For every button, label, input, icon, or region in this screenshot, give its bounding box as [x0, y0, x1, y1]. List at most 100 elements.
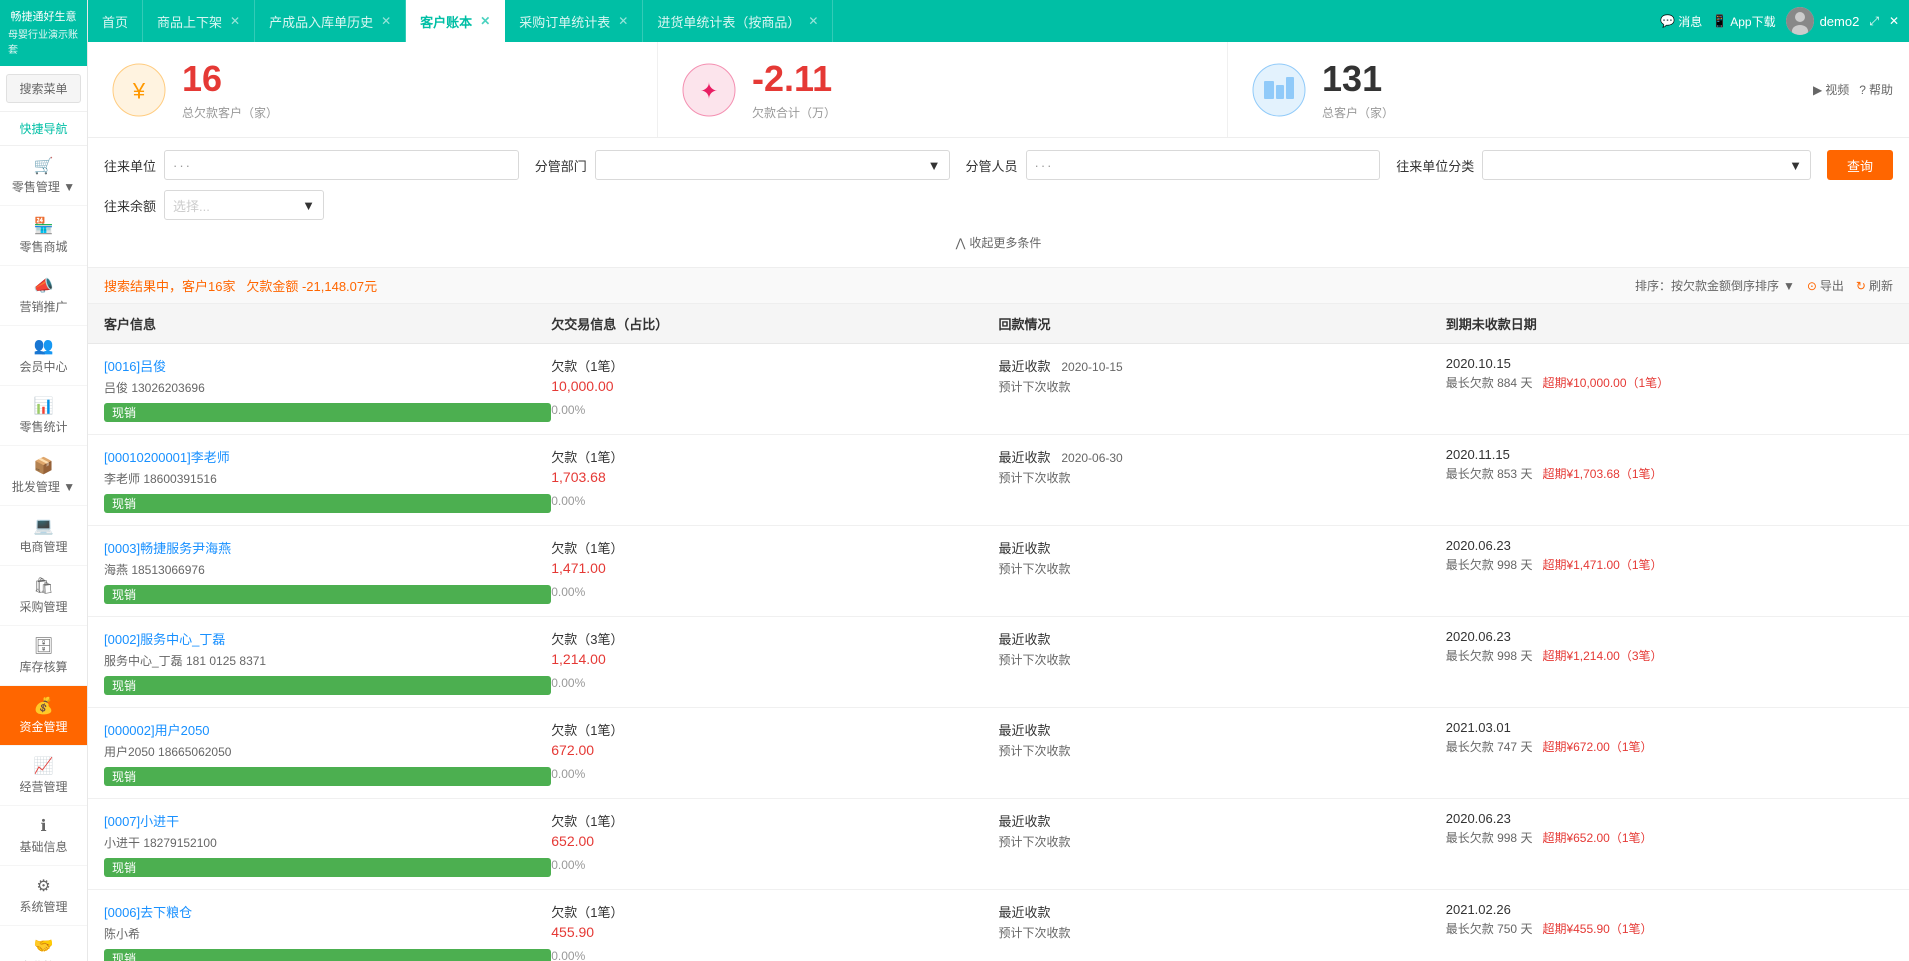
- debt-percent-0007: 0.00%: [551, 858, 998, 872]
- customer-name-link-001[interactable]: [00010200001]李老师: [104, 447, 551, 466]
- overdue-link-0016[interactable]: 超期¥10,000.00（1笔）: [1542, 376, 1669, 390]
- col-header-payback: 回款情况: [999, 314, 1446, 333]
- search-button[interactable]: 查询: [1827, 150, 1893, 180]
- filter-select-unit-class[interactable]: ▼: [1482, 150, 1811, 180]
- debt-count-0006: 欠款（1笔）: [551, 902, 998, 921]
- overdue-link-0003[interactable]: 超期¥1,471.00（1笔）: [1542, 558, 1662, 572]
- customer-name-link-0003[interactable]: [0003]畅捷服务尹海燕: [104, 538, 551, 557]
- sidebar-item-retail-stats[interactable]: 📊 零售统计: [0, 386, 87, 446]
- filter-input-from-unit[interactable]: ···: [164, 150, 519, 180]
- tab-close-product-history[interactable]: ✕: [381, 14, 391, 28]
- sidebar-item-enterprise[interactable]: 🤝 企业协同: [0, 926, 87, 961]
- table-row: [00010200001]李老师 李老师 18600391516 现销 欠款（1…: [88, 435, 1909, 526]
- sidebar-item-retail-mgmt[interactable]: 🛒 零售管理 ▼: [0, 146, 87, 206]
- sidebar-item-member[interactable]: 👥 会员中心: [0, 326, 87, 386]
- customer-tag-0003: 现销: [104, 585, 551, 604]
- message-button[interactable]: 💬 消息: [1660, 13, 1702, 30]
- sidebar-item-finance[interactable]: 💰 资金管理: [0, 686, 87, 746]
- debt-amount-0007[interactable]: 652.00: [551, 833, 998, 849]
- filter-label-balance: 往来余额: [104, 196, 156, 215]
- customer-name-link-0006[interactable]: [0006]去下粮仓: [104, 902, 551, 921]
- overdue-link-001[interactable]: 超期¥1,703.68（1笔）: [1542, 467, 1662, 481]
- overdue-link-0007[interactable]: 超期¥652.00（1笔）: [1542, 831, 1652, 845]
- app-download-button[interactable]: 📱 App下载: [1712, 13, 1775, 30]
- filter-select-dept[interactable]: ▼: [595, 150, 950, 180]
- tab-purchase-stats[interactable]: 进货单统计表（按商品） ✕: [643, 0, 833, 42]
- enterprise-icon: 🤝: [6, 936, 81, 956]
- sidebar-item-purchase[interactable]: 🛍 采购管理: [0, 566, 87, 626]
- overdue-info-0002: 2020.06.23 最长欠款 998 天 超期¥1,214.00（3笔）: [1446, 629, 1893, 695]
- debt-amount-000002[interactable]: 672.00: [551, 742, 998, 758]
- tab-product-off[interactable]: 商品上下架 ✕: [143, 0, 255, 42]
- overdue-link-000002[interactable]: 超期¥672.00（1笔）: [1542, 740, 1652, 754]
- expand-icon: ⤢: [1869, 14, 1879, 29]
- ecommerce-icon: 💻: [6, 516, 81, 536]
- minimize-icon: ✕: [1889, 14, 1899, 28]
- debt-count-0016: 欠款（1笔）: [551, 356, 998, 375]
- tab-home[interactable]: 首页: [88, 0, 143, 42]
- tab-product-history[interactable]: 产成品入库单历史 ✕: [255, 0, 406, 42]
- col-header-overdue: 到期未收款日期: [1446, 314, 1893, 333]
- video-button[interactable]: ▶ 视频: [1813, 81, 1849, 98]
- app-download-icon: 📱: [1712, 14, 1727, 28]
- stats-bar: ¥ 16 总欠款客户（家） ✦ -2.11 欠款合计（万）: [88, 42, 1909, 138]
- customer-name-link-0016[interactable]: [0016]吕俊: [104, 356, 551, 375]
- customer-name-link-000002[interactable]: [000002]用户2050: [104, 720, 551, 739]
- debt-count-000002: 欠款（1笔）: [551, 720, 998, 739]
- expand-button[interactable]: ⤢: [1869, 14, 1879, 29]
- tab-customer-account[interactable]: 客户账本 ✕: [406, 0, 505, 42]
- payback-info-0002: 最近收款 预计下次收款: [999, 629, 1446, 695]
- filter-item-unit-class: 往来单位分类 ▼: [1396, 150, 1811, 180]
- stat-block-debt-total: ✦ -2.11 欠款合计（万）: [658, 42, 1228, 137]
- sidebar-item-ecommerce[interactable]: 💻 电商管理: [0, 506, 87, 566]
- customer-tag-0006: 现销: [104, 949, 551, 961]
- filter-item-balance: 往来余额 选择... ▼: [104, 190, 324, 220]
- overdue-date-0007: 2020.06.23: [1446, 811, 1893, 826]
- result-sort[interactable]: 排序：按欠款金额倒序排序 ▼: [1635, 277, 1795, 294]
- customer-name-link-0002[interactable]: [0002]服务中心_丁磊: [104, 629, 551, 648]
- debt-info-001: 欠款（1笔） 1,703.68 0.00%: [551, 447, 998, 513]
- stat-info-customers-owed: 16 总欠款客户（家）: [182, 58, 278, 121]
- sidebar-item-system[interactable]: ⚙ 系统管理: [0, 866, 87, 926]
- tab-close-product-off[interactable]: ✕: [230, 14, 240, 28]
- customer-tag-0016: 现销: [104, 403, 551, 422]
- topbar: 首页 商品上下架 ✕ 产成品入库单历史 ✕ 客户账本 ✕ 采购订单统计表 ✕ 进…: [88, 0, 1909, 42]
- search-menu-button[interactable]: 搜索菜单: [6, 74, 81, 103]
- sidebar-item-wholesale-mgmt[interactable]: 📦 批发管理 ▼: [0, 446, 87, 506]
- debt-amount-0006[interactable]: 455.90: [551, 924, 998, 940]
- debt-amount-0002[interactable]: 1,214.00: [551, 651, 998, 667]
- sidebar-item-basic-info[interactable]: ℹ 基础信息: [0, 806, 87, 866]
- sort-chevron-icon: ▼: [1783, 279, 1795, 293]
- payback-info-0007: 最近收款 预计下次收款: [999, 811, 1446, 877]
- filter-input-person[interactable]: ···: [1026, 150, 1381, 180]
- debt-amount-001[interactable]: 1,703.68: [551, 469, 998, 485]
- export-icon: ⊙: [1807, 279, 1817, 293]
- user-area[interactable]: demo2: [1786, 7, 1860, 35]
- export-button[interactable]: ⊙ 导出: [1807, 277, 1844, 294]
- collapse-button[interactable]: ⋀ 收起更多条件: [956, 234, 1042, 251]
- help-button[interactable]: ? 帮助: [1859, 81, 1893, 98]
- tab-purchase-summary[interactable]: 采购订单统计表 ✕: [505, 0, 643, 42]
- tab-close-customer-account[interactable]: ✕: [480, 14, 490, 28]
- minimize-button[interactable]: ✕: [1889, 14, 1899, 28]
- quick-nav[interactable]: 快捷导航: [0, 112, 87, 146]
- tab-close-purchase-stats[interactable]: ✕: [808, 14, 818, 28]
- customer-phone-0016: 吕俊 13026203696: [104, 379, 551, 396]
- sidebar-item-retail-store[interactable]: 🏪 零售商城: [0, 206, 87, 266]
- overdue-days-000002: 最长欠款 747 天 超期¥672.00（1笔）: [1446, 738, 1893, 755]
- tab-close-purchase-summary[interactable]: ✕: [618, 14, 628, 28]
- customer-info-001: [00010200001]李老师 李老师 18600391516 现销: [104, 447, 551, 513]
- refresh-button[interactable]: ↻ 刷新: [1856, 277, 1893, 294]
- sidebar-item-operation[interactable]: 📈 经营管理: [0, 746, 87, 806]
- debt-count-0003: 欠款（1笔）: [551, 538, 998, 557]
- sidebar-item-inventory[interactable]: 🗄 库存核算: [0, 626, 87, 686]
- stat-info-total-customers: 131 总客户（家）: [1322, 58, 1394, 121]
- customer-name-link-0007[interactable]: [0007]小进干: [104, 811, 551, 830]
- debt-amount-0016[interactable]: 10,000.00: [551, 378, 998, 394]
- overdue-link-0002[interactable]: 超期¥1,214.00（3笔）: [1542, 649, 1662, 663]
- filter-select-balance[interactable]: 选择... ▼: [164, 190, 324, 220]
- overdue-link-0006[interactable]: 超期¥455.90（1笔）: [1542, 922, 1652, 936]
- sidebar-item-marketing[interactable]: 📣 营销推广: [0, 266, 87, 326]
- sidebar-search-area[interactable]: 搜索菜单: [0, 66, 87, 112]
- debt-amount-0003[interactable]: 1,471.00: [551, 560, 998, 576]
